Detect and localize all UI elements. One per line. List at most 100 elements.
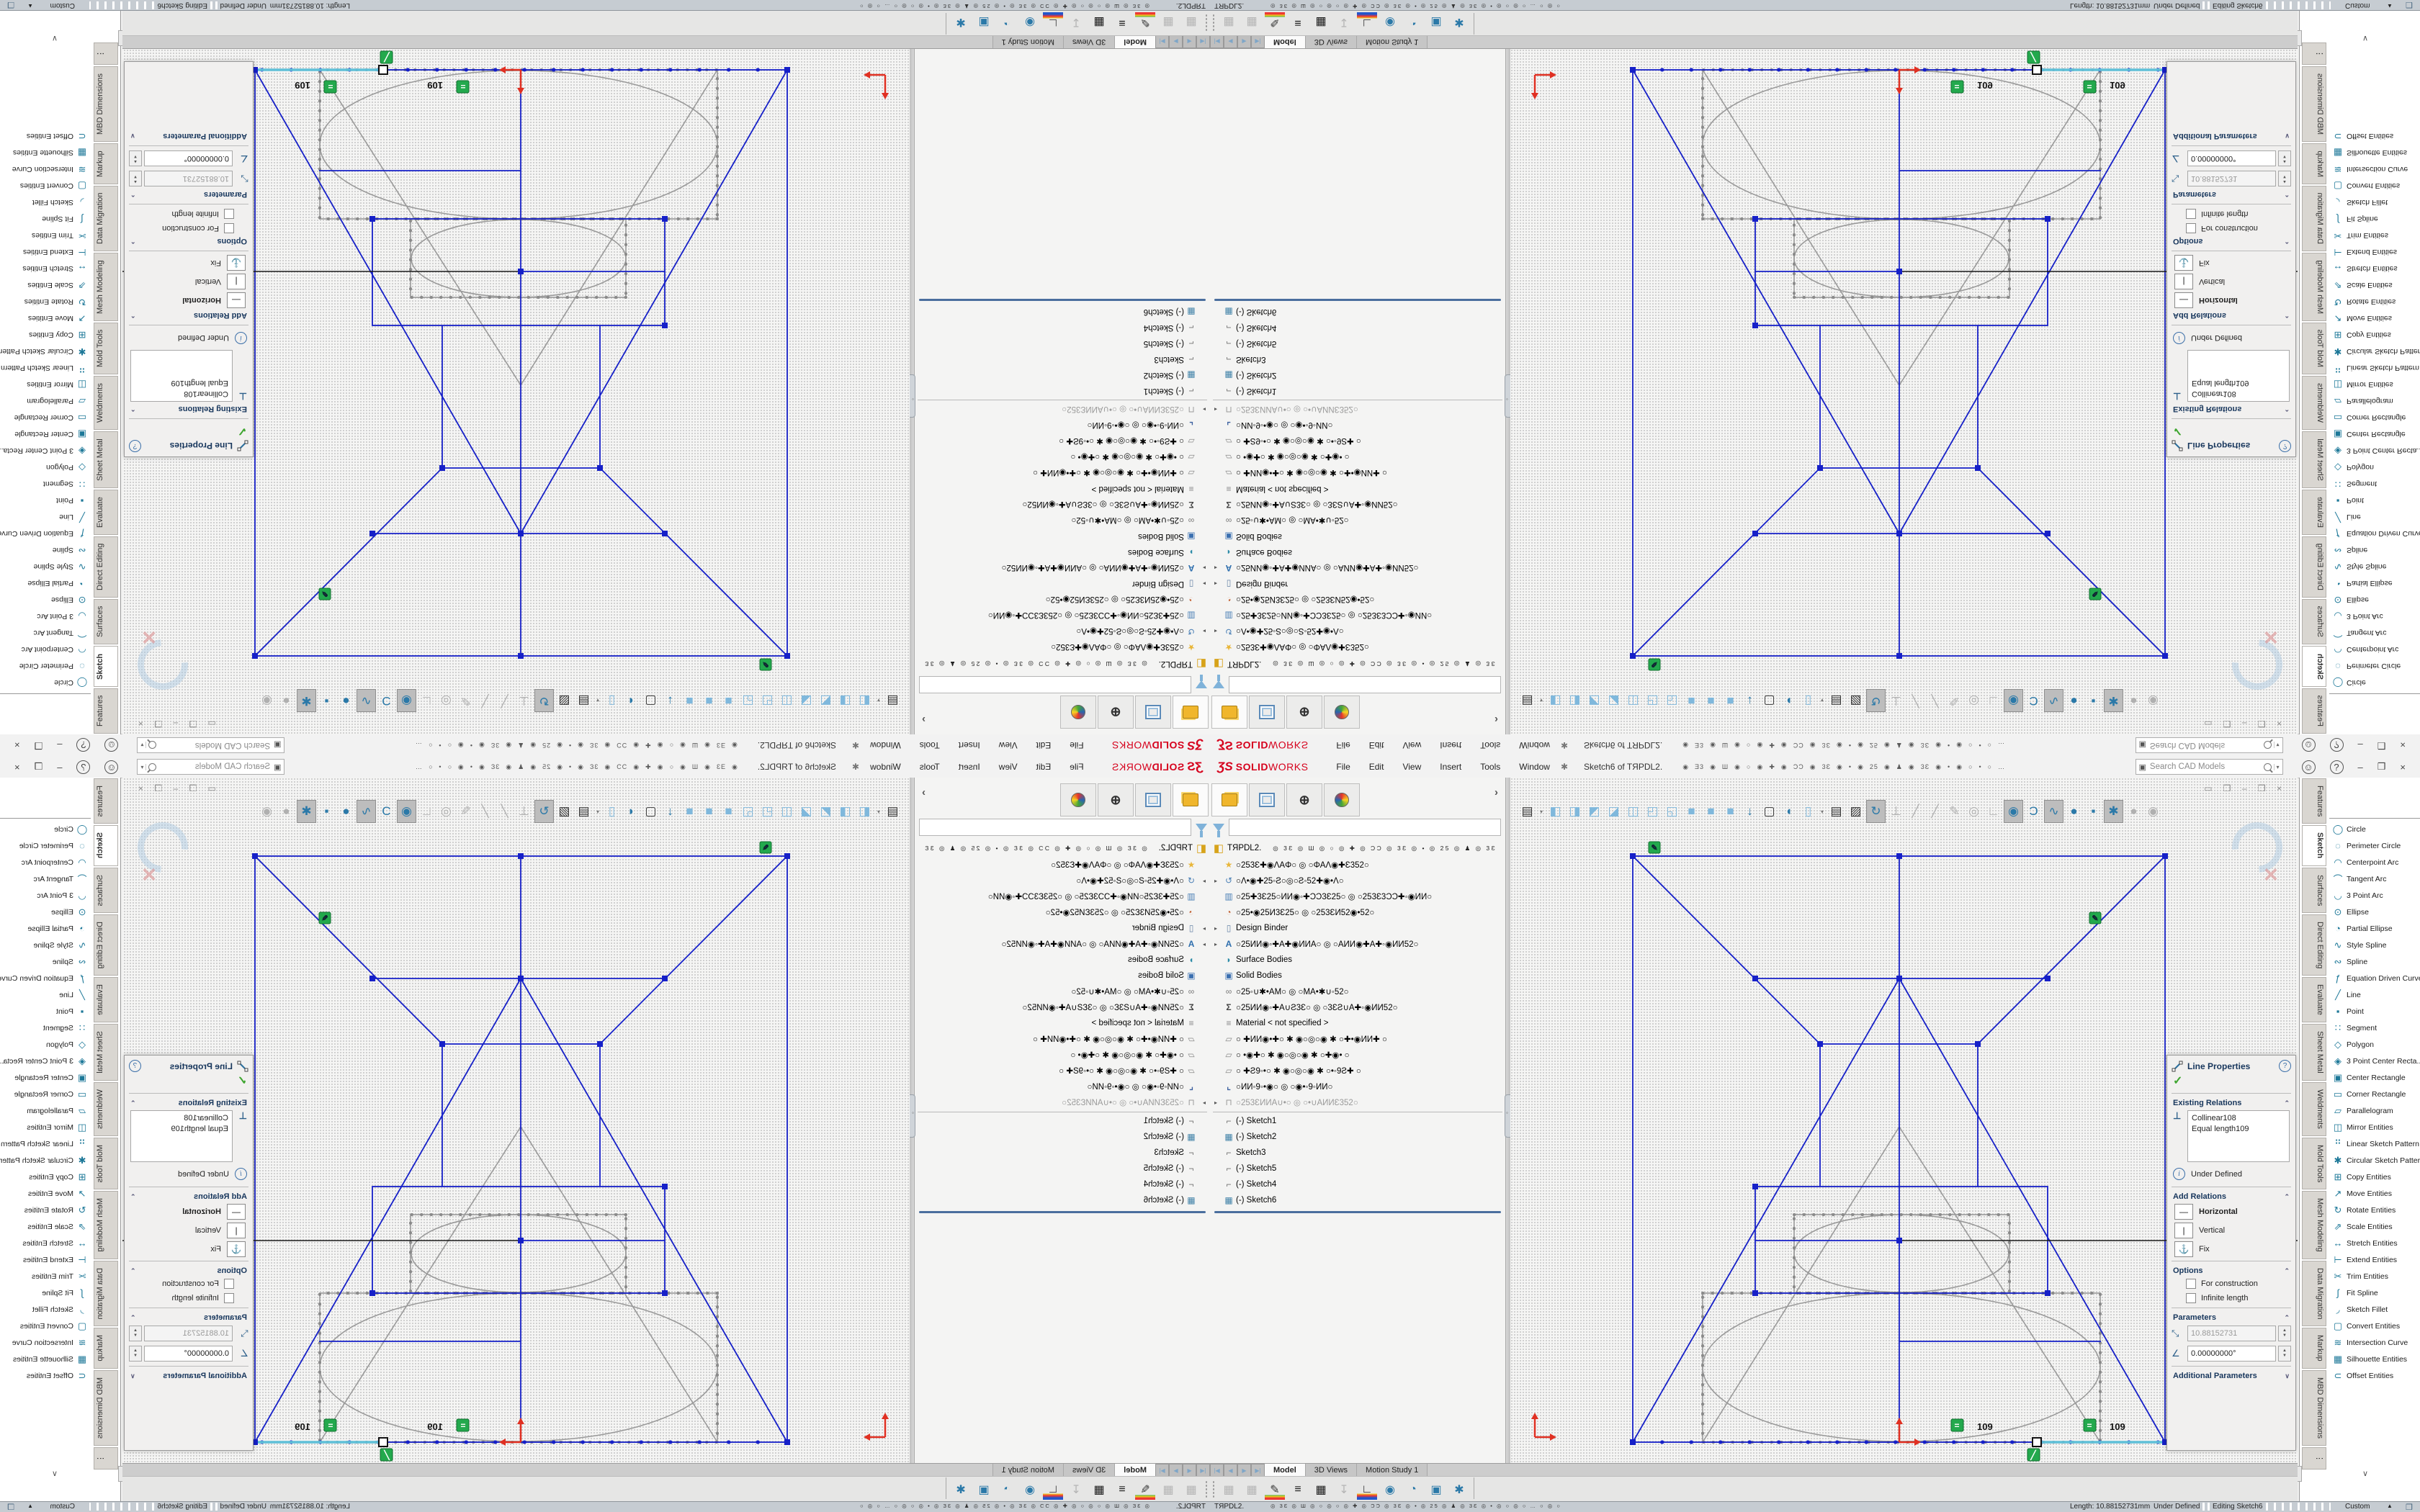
status-unit-system[interactable]: Custom	[2345, 1, 2370, 9]
sketch-tool-item[interactable]: ƒ Equation Driven Curve	[2329, 526, 2420, 542]
relation-button-icon[interactable]: —	[2174, 1204, 2193, 1220]
minimize-button[interactable]: –	[2358, 740, 2363, 751]
quick-access-icon[interactable]: 3Ɛ	[490, 742, 499, 749]
tree-row-sketch[interactable]: ▦ (-) Sketch6	[1210, 304, 1505, 320]
sketch-tool-item[interactable]: ✱ Circular Sketch Pattern	[0, 1152, 91, 1169]
menu-item[interactable]: View	[990, 762, 1027, 772]
tab-propertymanager[interactable]	[1135, 783, 1171, 816]
quick-access-icon[interactable]: 25	[542, 763, 550, 770]
tab-configurationmanager[interactable]: ⊕	[1098, 783, 1134, 816]
tree-row[interactable]: ▸ ▯ Design Binder	[1210, 920, 1505, 936]
quick-access-icon[interactable]: ◉	[731, 742, 738, 750]
tree-row-sketch[interactable]: ⌐ Sketch3	[915, 1145, 1210, 1161]
sketch-tool-item[interactable]: ∿ Style Spline	[0, 937, 91, 953]
restore-button[interactable]: ❒	[2378, 761, 2386, 773]
tab-scroll-last[interactable]: ▶|	[1155, 35, 1169, 48]
relation-button-icon[interactable]: ⚓	[2174, 1241, 2193, 1257]
quick-access-icon[interactable]: ♟	[517, 763, 524, 771]
option-row[interactable]: For construction	[125, 1277, 253, 1291]
sketch-tool-item[interactable]: ◠ Centerpoint Arc	[2329, 642, 2420, 658]
commandmanager-tab[interactable]: Features	[94, 778, 118, 824]
quick-access-icon[interactable]: •	[438, 742, 441, 749]
document-tab[interactable]: Model	[1114, 1464, 1155, 1477]
sketch-tool-item[interactable]: ∷ Segment	[2329, 1020, 2420, 1036]
tree-row[interactable]: ▸ A ○25ИИ◉◦✚А✚◉ИИА○ ◎ ○АИИ◉✚А✚◦◉ИИ52○	[1210, 560, 1505, 576]
ok-button[interactable]: ✓	[2167, 421, 2295, 438]
commandmanager-tab[interactable]: Mold Tools	[94, 323, 118, 374]
sketch-tool-item[interactable]: ◈ 3 Point Center Recta...	[2329, 1053, 2420, 1069]
tab-featuremanager[interactable]	[1211, 696, 1247, 729]
collapse-icon[interactable]: ⌃	[130, 1193, 136, 1201]
add-relations-header[interactable]: Add Relations ⌃	[125, 310, 253, 323]
relation-button-icon[interactable]: ⚓	[2174, 255, 2193, 271]
quick-access-icon[interactable]: ◉	[679, 763, 686, 771]
tree-row[interactable]: ▸ ▯ Design Binder	[915, 576, 1210, 592]
commandmanager-tab[interactable]: Weldments	[2302, 1082, 2326, 1136]
expand-arrow-icon[interactable]: ▸	[1198, 629, 1210, 635]
sketch-tool-item[interactable]: ▪ Point	[0, 492, 91, 509]
tree-row[interactable]: ▱ ○ ✚ИИ◉•✚○ ✱ ◉○◎○◉ ✱ ○✚•◉ИИ✚ ○	[915, 465, 1210, 481]
commandmanager-tab[interactable]: Evaluate	[94, 977, 118, 1022]
relation-button-icon[interactable]: —	[227, 1204, 246, 1220]
sketch-tool-item[interactable]: ⊙ Ellipse	[2329, 904, 2420, 920]
restore-button[interactable]: ❒	[35, 739, 43, 751]
tree-row[interactable]: ▱ ○ ✚Ƨ9◦•○ ✱ ◉○◎○◉ ✱ ○•◦9Ƨ✚ ○	[1210, 433, 1505, 449]
parameters-header[interactable]: Parameters ⌃	[125, 189, 253, 202]
search-box[interactable]: ▣ Search CAD Models ▾	[2136, 759, 2283, 775]
expand-arrow-icon[interactable]: ▸	[1210, 941, 1222, 948]
menu-item[interactable]: Window	[861, 762, 910, 772]
quick-access-icon[interactable]: •	[568, 763, 571, 770]
collapse-icon[interactable]: ⌃	[2284, 191, 2290, 199]
tree-row[interactable]: ▥ ○25✚3Ɛ25○ИИ◉◦✚ƆƆ3Ɛ25○ ◎ ○253Ɛ3ƆƆ✚◦◉ИИ○	[1210, 608, 1505, 624]
collapse-chevron-icon[interactable]: ∨	[2362, 34, 2368, 43]
toolbar-icon[interactable]: ◔	[1403, 13, 1423, 33]
tree-row[interactable]: ▱ ○ ✚Ƨ9◦•○ ✱ ◉○◎○◉ ✱ ○•◦9Ƨ✚ ○	[1210, 1063, 1505, 1079]
rollback-bar[interactable]	[919, 299, 1206, 301]
sketch-tool-item[interactable]: ✂ Trim Entities	[0, 1268, 91, 1284]
add-relation-row[interactable]: — Horizontal	[125, 291, 253, 310]
sketch-tool-item[interactable]: ↻ Rotate Entities	[2329, 294, 2420, 310]
quick-access-icon[interactable]: ○	[1747, 763, 1751, 770]
graphics-area[interactable]: ▭ ❒ – ❒ × ▤▾◧◨◩◪◫◰◱■■■↓▢◖▯▾▤▨↻⊥╱╱✎◎∟◉Ɔ∿●…	[122, 49, 910, 734]
sketch-tool-item[interactable]: ◠ Centerpoint Arc	[0, 854, 91, 870]
sketch-tool-item[interactable]: ▦ Silhouette Entities	[0, 1351, 91, 1367]
tab-scroll-next[interactable]: ▶	[1169, 1464, 1183, 1477]
sketch-tool-item[interactable]: ↔ Stretch Entities	[2329, 1235, 2420, 1251]
sketch-tool-item[interactable]: ▣ Center Rectangle	[2329, 426, 2420, 443]
sketch-tool-item[interactable]: ⊢ Extend Entities	[0, 1251, 91, 1268]
angle-field[interactable]: 0.00000000°	[2187, 150, 2276, 166]
sketch-tool-item[interactable]: ◫ Mirror Entities	[0, 1119, 91, 1135]
commandmanager-tab[interactable]: Mold Tools	[2302, 323, 2326, 374]
search-dropdown-icon[interactable]: ▾	[2274, 764, 2280, 770]
menu-item[interactable]: Edit	[1027, 740, 1061, 750]
quick-access-icon[interactable]: ◉	[1837, 742, 1843, 750]
relation-button-icon[interactable]: |	[227, 1223, 246, 1238]
quick-access-icon[interactable]: ◉	[1909, 763, 1915, 771]
sketch-tool-item[interactable]: ▢ Convert Entities	[2329, 1318, 2420, 1334]
relation-button-icon[interactable]: ⚓	[227, 1241, 246, 1257]
tree-row[interactable]: Σ ○25ИИ◉◦✚А∪Ƨ3Ɛ○ ◎ ○3ƐƧ∪А✚◦◉ИИ52○	[915, 497, 1210, 513]
quick-access-icon[interactable]: ◉	[604, 763, 610, 771]
existing-relations-header[interactable]: Existing Relations ⌃	[125, 1096, 253, 1109]
pin-icon[interactable]: ✱	[1561, 762, 1568, 772]
collapse-icon[interactable]: ⌃	[2284, 405, 2290, 413]
tree-row[interactable]: ▸ ↺ ○Λ•◉✚25◦Ƨ○◎○Ƨ◦52✚◉•Λ○	[915, 624, 1210, 639]
sketch-tool-item[interactable]: ⊢ Extend Entities	[2329, 1251, 2420, 1268]
tree-row[interactable]: ▱ ○ •◉✚○ ✱ ◉○◎○◉ ✱ ○✚◉• ○	[1210, 449, 1505, 465]
length-spinner[interactable]: ▲▼	[129, 1326, 142, 1341]
sketch-tool-item[interactable]: ✱ Circular Sketch Pattern	[2329, 1152, 2420, 1169]
add-relations-header[interactable]: Add Relations ⌃	[2167, 310, 2295, 323]
restore-button[interactable]: ❒	[2378, 739, 2386, 751]
tree-row[interactable]: Σ ○25ИИ◉◦✚А∪Ƨ3Ɛ○ ◎ ○3ƐƧ∪А✚◦◉ИИ52○	[1210, 999, 1505, 1015]
sketch-tool-item[interactable]: ◡ 3 Point Arc	[0, 887, 91, 904]
sketch-tool-item[interactable]: ◔ Partial Ellipse	[0, 920, 91, 937]
toolbar-icon[interactable]: ▦	[1311, 13, 1331, 33]
expand-arrow-icon[interactable]: ▸	[1210, 565, 1222, 572]
sketch-tool-item[interactable]: ◞ Sketch Fillet	[0, 1301, 91, 1318]
quick-access-icon[interactable]: ◉	[478, 763, 485, 771]
collapse-icon[interactable]: ⌃	[2284, 312, 2290, 320]
checkbox[interactable]	[2186, 1293, 2196, 1303]
sketch-tool-item[interactable]: ▦ Silhouette Entities	[2329, 1351, 2420, 1367]
sketch-tool-item[interactable]: ◡ 3 Point Arc	[2329, 608, 2420, 625]
commandmanager-tab[interactable]: Markup	[94, 1328, 118, 1369]
